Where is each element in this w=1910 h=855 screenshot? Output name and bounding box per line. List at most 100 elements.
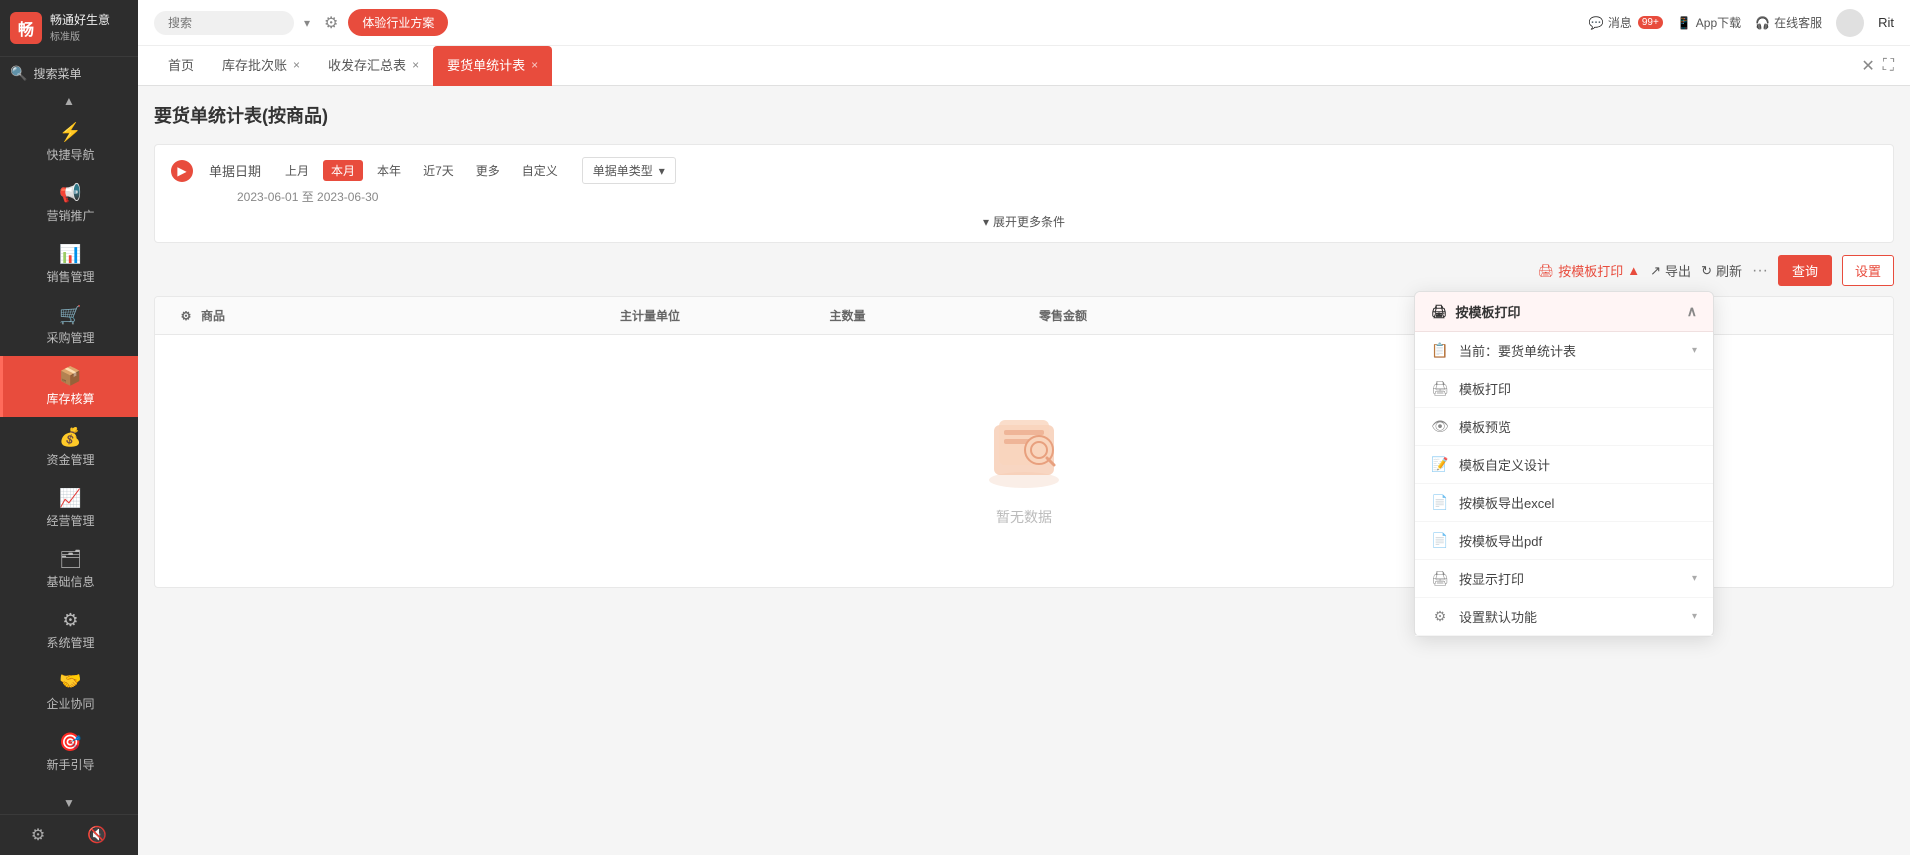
- tab-order-stats-close[interactable]: ×: [531, 58, 538, 72]
- user-name: Rit: [1878, 15, 1894, 30]
- filter-type-select[interactable]: 单据单类型 ▾: [582, 157, 676, 184]
- tab-inventory-batch[interactable]: 库存批次账 ×: [208, 46, 314, 86]
- sidebar-item-inventory[interactable]: 📦 库存核算: [0, 356, 138, 417]
- expand-more-btn[interactable]: ▾ 展开更多条件: [171, 213, 1877, 230]
- sidebar-item-label: 库存核算: [46, 390, 94, 407]
- system-icon: ⚙: [62, 610, 78, 631]
- app-download-action[interactable]: 📱 App下载: [1677, 14, 1741, 31]
- filter-date-label: 单据日期: [209, 161, 261, 180]
- export-btn[interactable]: ↗ 导出: [1650, 261, 1691, 280]
- sidebar-item-enterprise[interactable]: 🤝 企业协同: [0, 661, 138, 722]
- sidebar-item-sales[interactable]: 📊 销售管理: [0, 234, 138, 295]
- col-settings[interactable]: ⚙: [171, 309, 201, 323]
- sidebar-item-system[interactable]: ⚙ 系统管理: [0, 600, 138, 661]
- col-amount: 零售金额: [1039, 307, 1249, 324]
- sidebar-scroll-up[interactable]: ▲: [0, 90, 138, 112]
- print-dropdown-close-icon[interactable]: ∧: [1687, 303, 1697, 320]
- tab-home[interactable]: 首页: [154, 46, 208, 86]
- template-print-item[interactable]: 🖨 模板打印: [1415, 370, 1713, 408]
- sidebar-item-marketing[interactable]: 📢 营销推广: [0, 173, 138, 234]
- sidebar-item-label: 资金管理: [46, 451, 94, 468]
- filter-date-7days[interactable]: 近7天: [415, 160, 462, 181]
- print-dropdown-current[interactable]: 📋 当前：要货单统计表 ▾: [1415, 332, 1713, 370]
- current-template-chevron-icon: ▾: [1692, 345, 1697, 356]
- tab-order-stats[interactable]: 要货单统计表 ×: [433, 46, 552, 86]
- expand-icon: ▾: [983, 215, 989, 229]
- app-logo-icon: 畅: [10, 12, 42, 44]
- page-title: 要货单统计表(按商品): [154, 102, 1894, 128]
- industry-btn[interactable]: 体验行业方案: [348, 9, 448, 36]
- tab-receipt-summary-label: 收发存汇总表: [328, 55, 406, 74]
- settings-btn[interactable]: 设置: [1842, 255, 1894, 286]
- filter-date-more[interactable]: 更多: [468, 160, 508, 181]
- empty-state-text: 暂无数据: [996, 507, 1052, 527]
- online-service-label: 在线客服: [1774, 14, 1822, 31]
- sidebar-item-label: 快捷导航: [46, 146, 94, 163]
- tab-receipt-summary[interactable]: 收发存汇总表 ×: [314, 46, 433, 86]
- refresh-label: 刷新: [1716, 261, 1742, 280]
- current-template-label: 当前：要货单统计表: [1459, 341, 1576, 360]
- main-area: ▾ ⚙ 体验行业方案 💬 消息 99+ 📱 App下载 🎧 在线客服 Rit 首…: [138, 0, 1910, 855]
- query-btn[interactable]: 查询: [1778, 255, 1832, 286]
- sidebar-search-label: 搜索菜单: [33, 65, 81, 82]
- finance-icon: 💰: [59, 427, 81, 448]
- topbar-gear-icon[interactable]: ⚙: [324, 13, 338, 33]
- filter-toggle-btn[interactable]: ▶: [171, 160, 193, 182]
- sidebar-item-apps[interactable]: 🔲 应用中心: [0, 783, 138, 792]
- export-excel-icon: 📄: [1431, 494, 1449, 511]
- filter-date-this-year[interactable]: 本年: [369, 160, 409, 181]
- enterprise-icon: 🤝: [59, 671, 81, 692]
- template-design-item[interactable]: 📝 模板自定义设计: [1415, 446, 1713, 484]
- col-unit: 主计量单位: [620, 307, 830, 324]
- action-bar: 🖨 按模板打印 ▲ ↗ 导出 ↻ 刷新 ··· 查询 设置 🖨 按模板打印: [154, 255, 1894, 286]
- print-icon: 🖨: [1538, 263, 1555, 279]
- sidebar-search[interactable]: 🔍 搜索菜单: [0, 57, 138, 90]
- display-print-item[interactable]: 🖨 按显示打印 ▾: [1415, 560, 1713, 598]
- search-chevron-icon[interactable]: ▾: [304, 16, 310, 30]
- print-dropdown-title-icon: 🖨: [1431, 304, 1448, 320]
- message-action[interactable]: 💬 消息 99+: [1589, 14, 1663, 31]
- online-service-action[interactable]: 🎧 在线客服: [1755, 14, 1822, 31]
- guide-icon: 🎯: [59, 732, 81, 753]
- template-preview-item[interactable]: 👁 模板预览: [1415, 408, 1713, 446]
- filter-date-custom[interactable]: 自定义: [514, 160, 566, 181]
- sidebar-item-guide[interactable]: 🎯 新手引导: [0, 722, 138, 783]
- app-name: 畅通好生意: [50, 13, 110, 29]
- print-chevron-up-icon: ▲: [1627, 263, 1640, 278]
- filter-date-prev-month[interactable]: 上月: [277, 160, 317, 181]
- window-close-icon[interactable]: ✕: [1861, 56, 1874, 76]
- print-template-btn[interactable]: 🖨 按模板打印 ▲: [1538, 261, 1640, 280]
- sidebar-scroll-down[interactable]: ▼: [0, 792, 138, 814]
- tab-home-label: 首页: [168, 55, 194, 74]
- filter-row-main: ▶ 单据日期 上月 本月 本年 近7天 更多 自定义 单据单类型 ▾: [171, 157, 1877, 184]
- refresh-btn[interactable]: ↻ 刷新: [1701, 261, 1742, 280]
- more-options-btn[interactable]: ···: [1752, 262, 1768, 280]
- export-label: 导出: [1665, 261, 1691, 280]
- window-expand-icon[interactable]: ⛶: [1883, 57, 1894, 75]
- sidebar-item-label: 系统管理: [46, 634, 94, 651]
- search-input[interactable]: [154, 11, 294, 35]
- sidebar-item-label: 营销推广: [46, 207, 94, 224]
- tab-receipt-summary-close[interactable]: ×: [412, 58, 419, 72]
- filter-date-this-month[interactable]: 本月: [323, 160, 363, 181]
- sidebar-item-basic[interactable]: 🗂 基础信息: [0, 539, 138, 600]
- export-excel-item[interactable]: 📄 按模板导出excel: [1415, 484, 1713, 522]
- sidebar-item-finance[interactable]: 💰 资金管理: [0, 417, 138, 478]
- expand-label: 展开更多条件: [993, 213, 1065, 230]
- chevron-down-icon: ▾: [659, 164, 665, 178]
- sidebar-item-purchase[interactable]: 🛒 采购管理: [0, 295, 138, 356]
- set-default-item[interactable]: ⚙ 设置默认功能 ▾: [1415, 598, 1713, 636]
- settings-icon[interactable]: ⚙: [31, 825, 45, 845]
- sidebar-item-quick-nav[interactable]: ⚡ 快捷导航: [0, 112, 138, 173]
- display-print-icon: 🖨: [1431, 570, 1449, 587]
- mute-icon[interactable]: 🔇: [87, 825, 107, 845]
- content-area: 要货单统计表(按商品) ▶ 单据日期 上月 本月 本年 近7天 更多 自定义 单…: [138, 86, 1910, 855]
- sidebar-item-operation[interactable]: 📈 经营管理: [0, 478, 138, 539]
- template-design-icon: 📝: [1431, 456, 1449, 473]
- export-pdf-item[interactable]: 📄 按模板导出pdf: [1415, 522, 1713, 560]
- filter-date-options: 上月 本月 本年 近7天 更多 自定义: [277, 160, 566, 181]
- sidebar-item-label: 销售管理: [46, 268, 94, 285]
- set-default-chevron-icon: ▾: [1692, 611, 1697, 622]
- avatar[interactable]: [1836, 9, 1864, 37]
- tab-inventory-batch-close[interactable]: ×: [293, 58, 300, 72]
